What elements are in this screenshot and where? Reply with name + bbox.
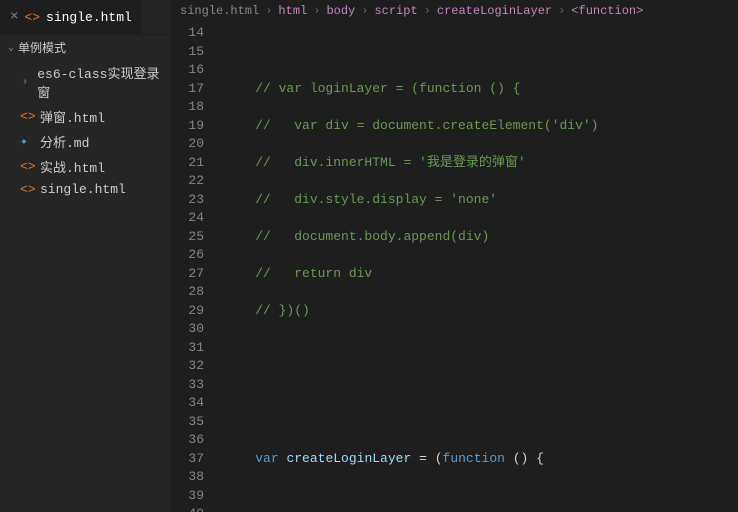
tree-folder-es6[interactable]: › es6-class实现登录窗	[0, 60, 170, 104]
chevron-right-icon: ›	[558, 4, 565, 18]
open-editor-tab[interactable]: × <> single.html	[0, 0, 143, 34]
chevron-right-icon: ›	[22, 77, 31, 88]
breadcrumb-seg: createLoginLayer	[437, 4, 552, 18]
tree-file-practice[interactable]: <> 实战.html	[0, 154, 170, 179]
breadcrumb-file: single.html	[180, 4, 259, 18]
chevron-right-icon: ›	[424, 4, 431, 18]
folder-header[interactable]: ⌄ 单例模式	[0, 35, 170, 60]
tree-item-label: 分析.md	[40, 132, 89, 151]
tree-item-label: es6-class实现登录窗	[37, 63, 162, 101]
markdown-icon: ✦	[20, 134, 34, 149]
sidebar: × <> single.html ⌄ 单例模式 › es6-class实现登录窗…	[0, 0, 170, 512]
html-icon: <>	[20, 109, 34, 124]
chevron-right-icon: ›	[361, 4, 368, 18]
tree-item-label: 弹窗.html	[40, 107, 105, 126]
tab-label: single.html	[46, 10, 132, 25]
html-icon: <>	[24, 10, 40, 25]
editor-area: single.html › html › body › script › cre…	[170, 0, 738, 512]
breadcrumb-seg: body	[326, 4, 355, 18]
breadcrumb-seg: html	[278, 4, 307, 18]
breadcrumb-seg: <function>	[571, 4, 643, 18]
breadcrumb-seg: script	[374, 4, 417, 18]
code-content[interactable]: // var loginLayer = (function () { // va…	[220, 22, 738, 512]
line-gutter: 14 15 16 17 18 19 20 21 22 23 24 25 26 2…	[170, 22, 220, 512]
tree-file-popup[interactable]: <> 弹窗.html	[0, 104, 170, 129]
main-layout: × <> single.html ⌄ 单例模式 › es6-class实现登录窗…	[0, 0, 738, 512]
tree-item-label: 实战.html	[40, 157, 105, 176]
html-icon: <>	[20, 159, 34, 174]
chevron-down-icon: ⌄	[8, 42, 14, 54]
tree-item-label: single.html	[40, 182, 126, 197]
code-area[interactable]: 14 15 16 17 18 19 20 21 22 23 24 25 26 2…	[170, 22, 738, 512]
breadcrumb[interactable]: single.html › html › body › script › cre…	[170, 0, 738, 22]
chevron-right-icon: ›	[265, 4, 272, 18]
html-icon: <>	[20, 182, 34, 197]
close-icon[interactable]: ×	[10, 9, 18, 25]
chevron-right-icon: ›	[313, 4, 320, 18]
tree-file-analysis[interactable]: ✦ 分析.md	[0, 129, 170, 154]
folder-name: 单例模式	[18, 39, 66, 56]
sidebar-tab-bar: × <> single.html	[0, 0, 170, 35]
tree-file-single[interactable]: <> single.html	[0, 179, 170, 200]
